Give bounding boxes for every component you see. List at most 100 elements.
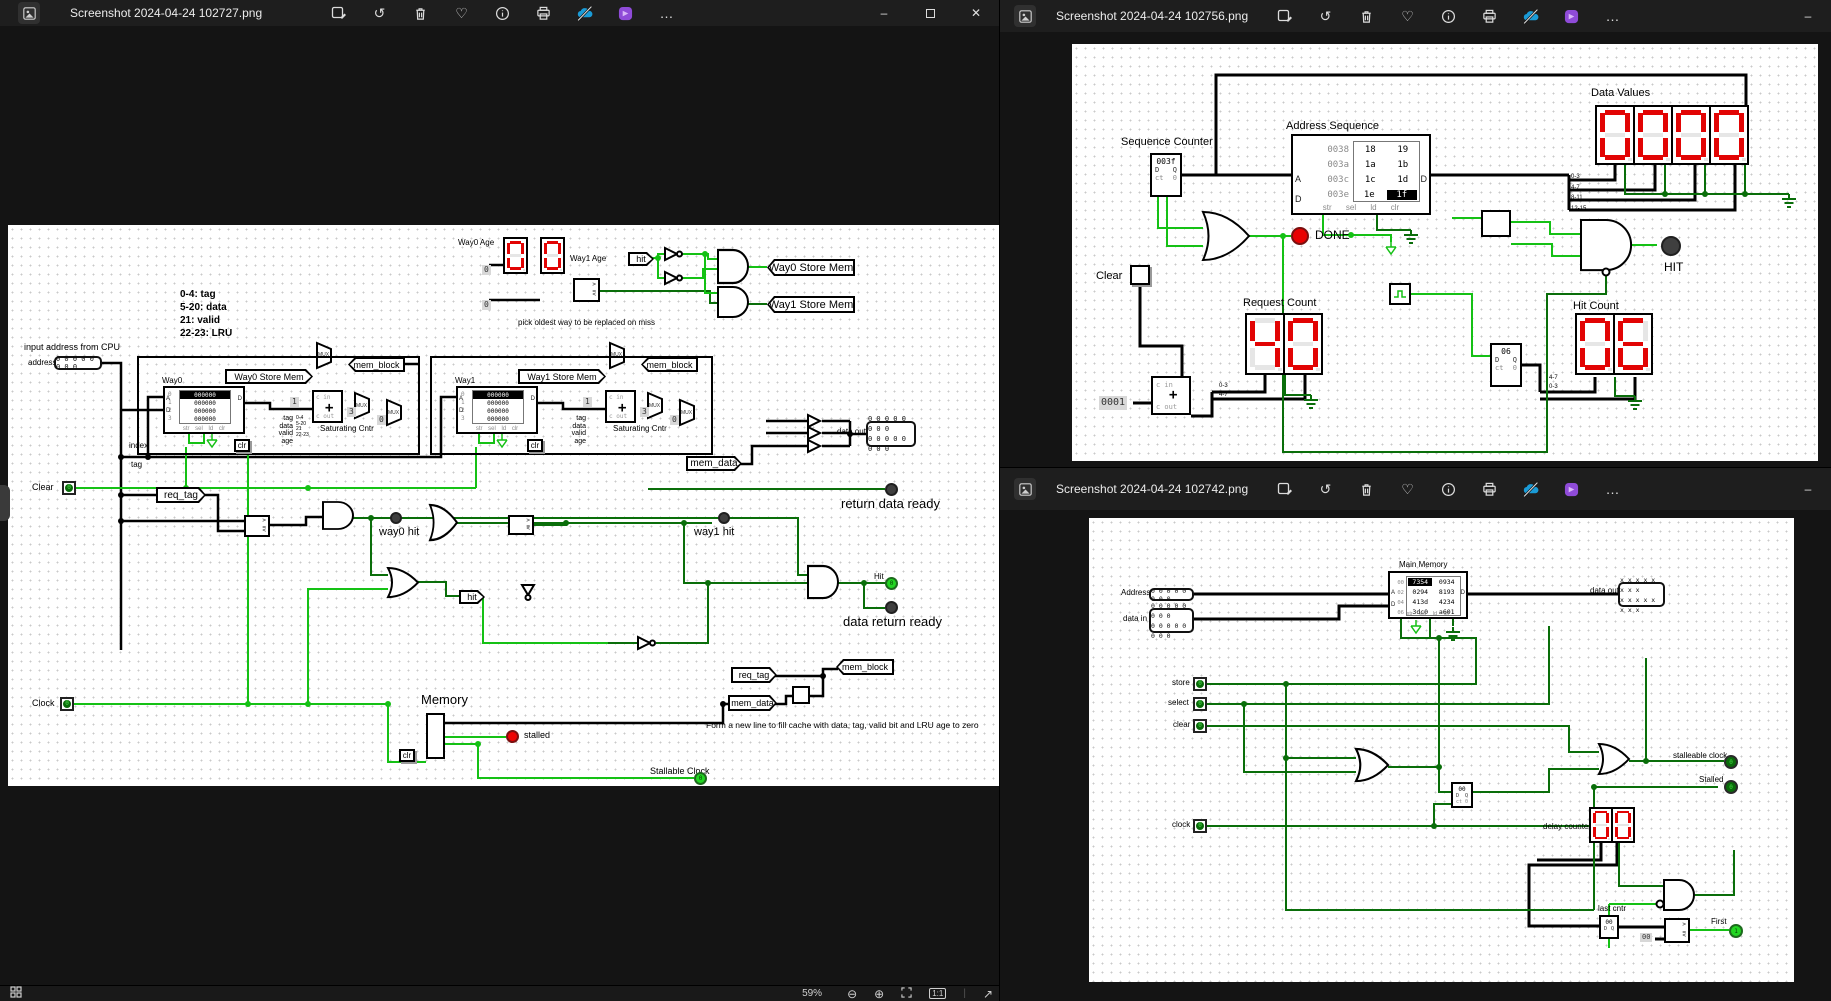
const-1: 1 xyxy=(290,397,299,407)
clear-label: Clear xyxy=(1096,270,1122,282)
onedrive-icon[interactable] xyxy=(1522,8,1539,25)
mem-block-tunnel-2: mem_block xyxy=(836,659,894,675)
photos-app-icon xyxy=(18,2,40,24)
more-icon[interactable]: … xyxy=(658,5,675,22)
done-label: DONE xyxy=(1315,229,1350,242)
clipchamp-icon[interactable] xyxy=(617,5,634,22)
info-icon[interactable] xyxy=(1440,481,1457,498)
prev-image-handle[interactable] xyxy=(0,485,10,521)
hit-flipflop xyxy=(1481,210,1511,237)
fullscreen-icon[interactable]: ↗ xyxy=(983,987,993,1001)
way1-age-display xyxy=(540,237,565,274)
address-sequence-label: Address Sequence xyxy=(1286,120,1379,132)
info-icon[interactable] xyxy=(1440,8,1457,25)
delete-icon[interactable] xyxy=(412,5,429,22)
const-1: 1 xyxy=(583,397,592,407)
onedrive-icon[interactable] xyxy=(576,5,593,22)
splitter-labels: 0-34-78-1112-15 xyxy=(1571,172,1586,214)
data-in-pin: 0 0 0 0 0 0 0 00 0 0 0 0 0 0 0 xyxy=(1149,608,1194,633)
index-label: index xyxy=(129,442,148,451)
address-sequence-rom: 0038003a003c003e 1819 1a1b 1c1d 1e1f A D… xyxy=(1291,134,1431,215)
address-label: Address xyxy=(1121,589,1150,598)
circuit-canvas-main-memory: Main Memory 00020406 73540934 02948193 4… xyxy=(1089,518,1794,982)
close-button[interactable]: ✕ xyxy=(953,0,999,26)
more-icon[interactable]: … xyxy=(1604,8,1621,25)
info-icon[interactable] xyxy=(494,5,511,22)
main-memory-label: Main Memory xyxy=(1399,561,1447,570)
rotate-icon[interactable]: ↺ xyxy=(371,5,388,22)
zoom-level: 59% xyxy=(802,988,822,999)
clear-label: Clear xyxy=(32,483,54,493)
req-tag-tunnel: req_tag xyxy=(156,487,206,503)
request-count-display xyxy=(1245,313,1323,375)
clear-label: clear xyxy=(1173,721,1190,730)
delete-icon[interactable] xyxy=(1358,481,1375,498)
print-icon[interactable] xyxy=(1481,8,1498,25)
data-out-pin: x x x x x x x xx x x x x x x x xyxy=(1618,582,1665,607)
way0-tag-comparator: >=< xyxy=(244,515,270,537)
way0-sat-adder: c in + c out xyxy=(312,390,343,423)
clock-label: clock xyxy=(1172,821,1190,830)
clear-button xyxy=(1130,265,1150,285)
minimize-button[interactable]: – xyxy=(1793,468,1823,510)
edit-image-icon[interactable] xyxy=(330,5,347,22)
favorite-icon[interactable]: ♡ xyxy=(1399,8,1416,25)
rotate-icon[interactable]: ↺ xyxy=(1317,481,1334,498)
stalled-pin: 0 xyxy=(1724,780,1738,794)
data-out-label: data out xyxy=(837,428,866,437)
way1-hit-label: way1 hit xyxy=(694,526,734,538)
mux-label: MUX xyxy=(681,410,692,416)
minimize-button[interactable]: – xyxy=(861,0,907,26)
mux-label: MUX xyxy=(611,352,622,358)
zoom-in-icon[interactable]: ⊕ xyxy=(874,987,884,1001)
circuit-canvas-sequencer: Sequence Counter 003f DQ ct0 Address Seq… xyxy=(1072,44,1818,461)
legend-line: 0-4: tag xyxy=(180,289,216,300)
hit-count-display xyxy=(1575,313,1653,375)
edit-image-icon[interactable] xyxy=(1276,8,1293,25)
fill-selector xyxy=(792,686,810,704)
stallable-clock-pin: 0 xyxy=(694,772,707,785)
print-icon[interactable] xyxy=(535,5,552,22)
clear-pin: 0 xyxy=(62,481,76,495)
way0-store-mem-tunnel: Way0 Store Mem xyxy=(225,369,313,384)
legend-line: 5-20: data xyxy=(180,302,227,313)
favorite-icon[interactable]: ♡ xyxy=(453,5,470,22)
clipchamp-icon[interactable] xyxy=(1563,8,1580,25)
stalled-label: Stalled xyxy=(1699,776,1723,785)
main-memory-ram: 00020406 73540934 02948193 413d4234 3dc0… xyxy=(1388,571,1468,619)
photos-window-2: Screenshot 2024-04-24 102756.png ↺ ♡ … – xyxy=(999,0,1831,467)
print-icon[interactable] xyxy=(1481,481,1498,498)
data-return-ready-led xyxy=(885,601,898,614)
photos-app-icon xyxy=(1014,5,1036,27)
edit-image-icon[interactable] xyxy=(1276,481,1293,498)
minimize-button[interactable]: – xyxy=(1793,0,1823,32)
favorite-icon[interactable]: ♡ xyxy=(1399,481,1416,498)
gallery-icon[interactable] xyxy=(10,985,22,1001)
delete-icon[interactable] xyxy=(1358,8,1375,25)
zoom-out-icon[interactable]: ⊖ xyxy=(847,987,857,1001)
rotate-icon[interactable]: ↺ xyxy=(1317,8,1334,25)
fit-screen-icon[interactable] xyxy=(901,987,912,1001)
pick-note: pick oldest way to be replaced on miss xyxy=(518,319,655,328)
onedrive-icon[interactable] xyxy=(1522,481,1539,498)
way0-label: Way0 xyxy=(162,377,182,386)
const-0: 0 xyxy=(482,300,491,310)
one-to-one-icon[interactable]: 1:1 xyxy=(929,988,946,999)
way0-age-display xyxy=(503,237,528,274)
window-title: Screenshot 2024-04-24 102742.png xyxy=(1056,482,1248,496)
way1-sat-adder: c in + c out xyxy=(605,390,636,423)
data-in-label: data in xyxy=(1123,615,1147,624)
window-title: Screenshot 2024-04-24 102727.png xyxy=(70,6,262,20)
way0-hit-led xyxy=(390,512,402,524)
const-0001: 0001 xyxy=(1099,396,1127,410)
data-out-label: data out xyxy=(1590,587,1619,596)
maximize-button[interactable] xyxy=(907,0,953,26)
const-0: 0 xyxy=(670,415,679,425)
saturating-cntr-label: Saturating Cntr xyxy=(613,425,667,434)
way0-hit-label: way0 hit xyxy=(379,526,419,538)
more-icon[interactable]: … xyxy=(1604,481,1621,498)
clipchamp-icon[interactable] xyxy=(1563,481,1580,498)
window-title: Screenshot 2024-04-24 102756.png xyxy=(1056,9,1248,23)
photos-app-icon xyxy=(1014,478,1036,500)
titlebar: Screenshot 2024-04-24 102727.png ↺ ♡ … –… xyxy=(0,0,999,26)
